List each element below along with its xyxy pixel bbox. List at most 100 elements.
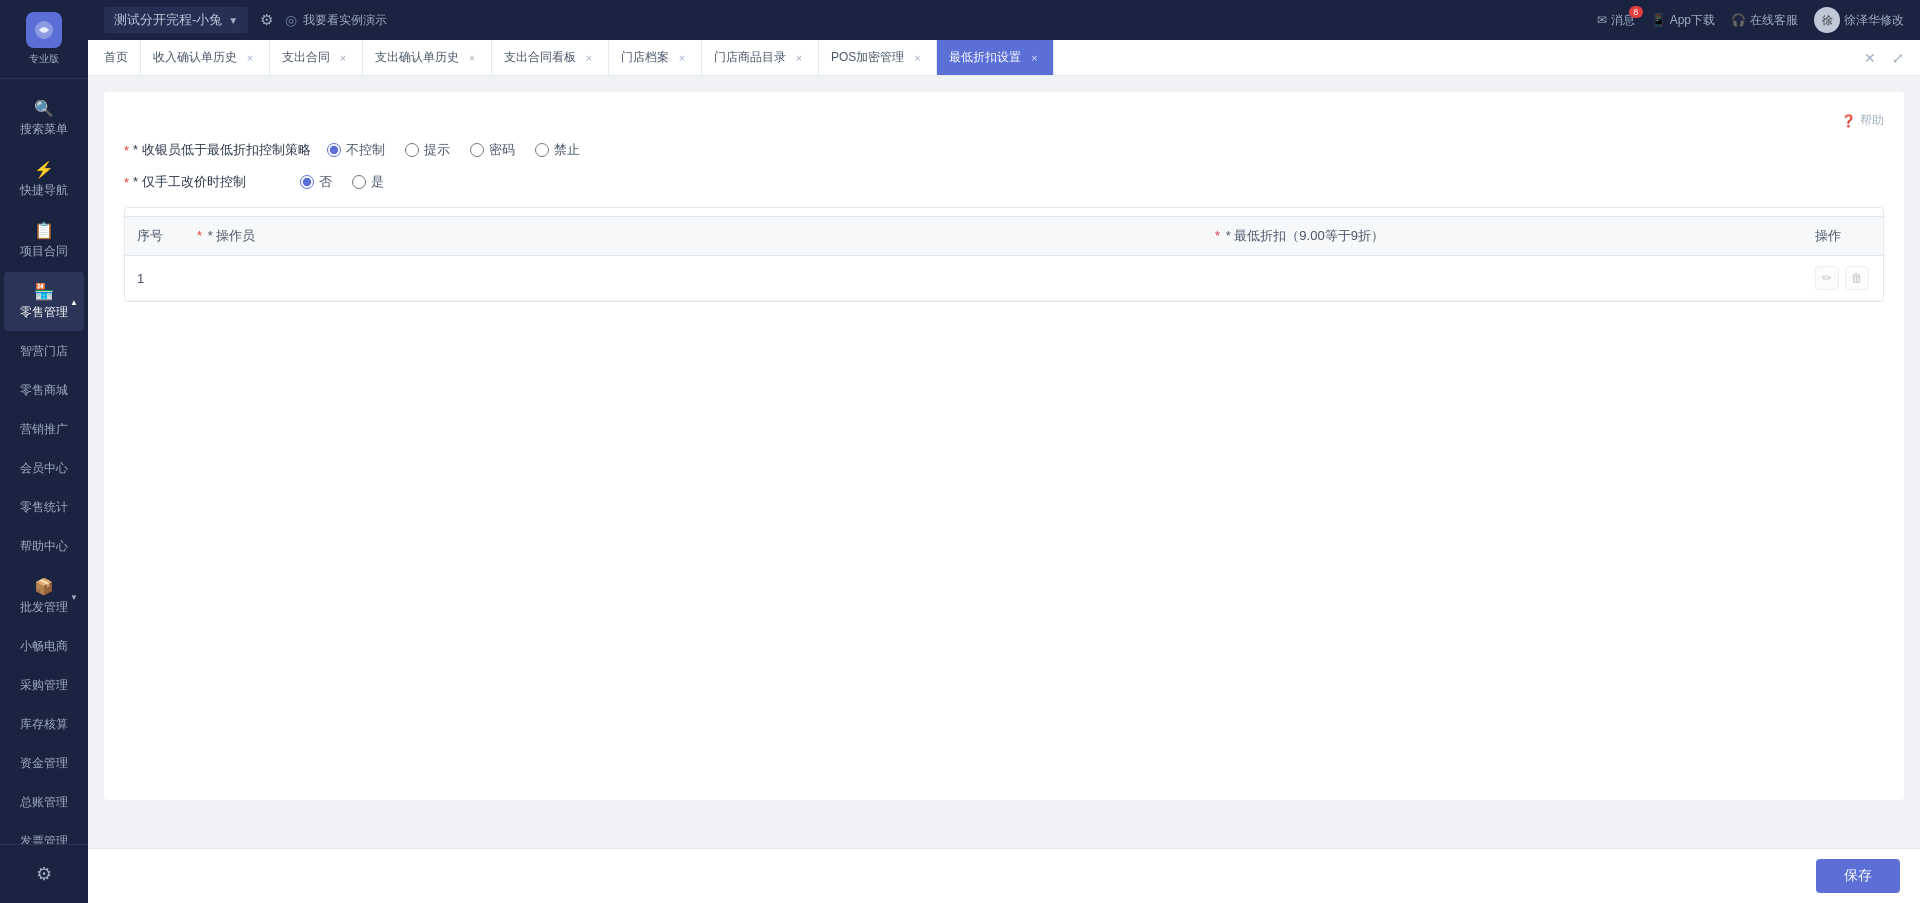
sidebar-item-label: 快捷导航 xyxy=(20,182,68,199)
sidebar-item-quick-nav[interactable]: ⚡ 快捷导航 xyxy=(4,150,84,209)
tab-payment-board[interactable]: 支出合同看板 × xyxy=(492,40,609,76)
manual-control-radio-group: 否 是 xyxy=(300,173,384,191)
tab-min-discount-setting-close[interactable]: × xyxy=(1027,51,1041,65)
tab-payment-contract[interactable]: 支出合同 × xyxy=(270,40,363,76)
tab-income-history[interactable]: 收入确认单历史 × xyxy=(141,40,270,76)
tab-pos-security-close[interactable]: × xyxy=(910,51,924,65)
retail-management-icon: 🏪 xyxy=(34,282,54,301)
sidebar-logo: 专业版 xyxy=(0,0,88,79)
quick-nav-icon: ⚡ xyxy=(34,160,54,179)
tab-store-file-close[interactable]: × xyxy=(675,51,689,65)
search-menu-icon: 🔍 xyxy=(34,99,54,118)
sidebar-item-retail-management[interactable]: 🏪 零售管理 xyxy=(4,272,84,331)
sidebar-item-search-menu[interactable]: 🔍 搜索菜单 xyxy=(4,89,84,148)
avatar: 徐 xyxy=(1814,7,1840,33)
radio-prompt[interactable]: 提示 xyxy=(405,141,450,159)
tab-home-label: 首页 xyxy=(104,49,128,66)
tab-min-discount-setting[interactable]: 最低折扣设置 × xyxy=(937,40,1054,76)
sidebar-item-label: 零售商城 xyxy=(20,382,68,399)
tabs-close-button[interactable]: ✕ xyxy=(1860,46,1880,70)
action-buttons: ✏ 🗑 xyxy=(1815,266,1871,290)
sidebar-item-invoice-management[interactable]: 发票管理 xyxy=(4,823,84,844)
tab-income-history-close[interactable]: × xyxy=(243,51,257,65)
sidebar-item-label: 资金管理 xyxy=(20,755,68,772)
sidebar-item-retail-stats[interactable]: 零售统计 xyxy=(4,489,84,526)
sidebar-item-label: 营销推广 xyxy=(20,421,68,438)
sidebar-item-member-center[interactable]: 会员中心 xyxy=(4,450,84,487)
sidebar-item-ecommerce[interactable]: 小畅电商 xyxy=(4,628,84,665)
demo-icon: ◎ xyxy=(285,12,297,28)
tabs-expand-button[interactable]: ⤢ xyxy=(1888,46,1908,70)
cell-min-discount xyxy=(1203,256,1803,301)
discount-table: 序号 * * 操作员 * * 最低折扣（9.00等于9折） 操作 xyxy=(125,216,1883,301)
app-download-label: App下载 xyxy=(1670,12,1715,29)
cashier-control-label: * * 收银员低于最低折扣控制策略 xyxy=(124,141,311,159)
sidebar-item-label: 库存核算 xyxy=(20,716,68,733)
sidebar-item-inventory[interactable]: 库存核算 xyxy=(4,706,84,743)
tab-store-product-catalog-label: 门店商品目录 xyxy=(714,49,786,66)
user-profile-button[interactable]: 徐 徐泽华修改 xyxy=(1814,7,1904,33)
tab-home[interactable]: 首页 xyxy=(92,40,141,76)
content-card: ❓ 帮助 * * 收银员低于最低折扣控制策略 不控制 xyxy=(104,92,1904,800)
sidebar-menu: 🔍 搜索菜单 ⚡ 快捷导航 📋 项目合同 🏪 零售管理 智营门店 零售商城 营销… xyxy=(0,79,88,844)
user-name: 徐泽华修改 xyxy=(1844,12,1904,29)
topbar-demo-button[interactable]: ◎ 我要看实例演示 xyxy=(285,12,387,29)
cell-action: ✏ 🗑 xyxy=(1803,256,1883,301)
tab-payment-board-label: 支出合同看板 xyxy=(504,49,576,66)
tab-store-file[interactable]: 门店档案 × xyxy=(609,40,702,76)
tab-payment-board-close[interactable]: × xyxy=(582,51,596,65)
footer-bar: 保存 xyxy=(88,848,1920,903)
tab-payment-contract-close[interactable]: × xyxy=(336,51,350,65)
sidebar-item-label: 智营门店 xyxy=(20,343,68,360)
tab-payment-confirm-history-close[interactable]: × xyxy=(465,51,479,65)
edit-button[interactable]: ✏ xyxy=(1815,266,1839,290)
sidebar-item-label: 搜索菜单 xyxy=(20,121,68,138)
topbar-gear-button[interactable]: ⚙ xyxy=(260,11,273,29)
sidebar-item-project-contract[interactable]: 📋 项目合同 xyxy=(4,211,84,270)
customer-service-button[interactable]: 🎧 在线客服 xyxy=(1731,12,1798,29)
tab-store-file-label: 门店档案 xyxy=(621,49,669,66)
radio-forbid[interactable]: 禁止 xyxy=(535,141,580,159)
logo-icon xyxy=(26,12,62,48)
col-header-action: 操作 xyxy=(1803,217,1883,256)
batch-management-icon: 📦 xyxy=(34,577,54,596)
radio-password[interactable]: 密码 xyxy=(470,141,515,159)
tab-payment-confirm-history[interactable]: 支出确认单历史 × xyxy=(363,40,492,76)
app-download-button[interactable]: 📱 App下载 xyxy=(1651,12,1715,29)
project-dropdown-icon: ▼ xyxy=(228,15,238,26)
sidebar: 专业版 🔍 搜索菜单 ⚡ 快捷导航 📋 项目合同 🏪 零售管理 智营门店 零售商… xyxy=(0,0,88,903)
help-link[interactable]: ❓ 帮助 xyxy=(1841,112,1884,129)
radio-manual-no[interactable]: 否 xyxy=(300,173,332,191)
tab-store-product-catalog[interactable]: 门店商品目录 × xyxy=(702,40,819,76)
sidebar-item-label: 会员中心 xyxy=(20,460,68,477)
sidebar-item-label: 小畅电商 xyxy=(20,638,68,655)
manual-control-label: * * 仅手工改价时控制 xyxy=(124,173,284,191)
sidebar-item-label: 项目合同 xyxy=(20,243,68,260)
table-row: 1 ✏ 🗑 xyxy=(125,256,1883,301)
message-button[interactable]: ✉ 消息 8 xyxy=(1597,12,1635,29)
radio-manual-yes[interactable]: 是 xyxy=(352,173,384,191)
topbar-right: ✉ 消息 8 📱 App下载 🎧 在线客服 徐 徐泽华修改 xyxy=(1597,7,1904,33)
tab-store-product-catalog-close[interactable]: × xyxy=(792,51,806,65)
sidebar-item-batch-management[interactable]: 📦 批发管理 xyxy=(4,567,84,626)
help-label: 帮助 xyxy=(1860,112,1884,129)
topbar-project-selector[interactable]: 测试分开完程-小兔 ▼ xyxy=(104,7,248,33)
message-badge: 8 xyxy=(1629,6,1643,18)
delete-button[interactable]: 🗑 xyxy=(1845,266,1869,290)
tab-pos-security[interactable]: POS加密管理 × xyxy=(819,40,937,76)
save-button[interactable]: 保存 xyxy=(1816,859,1900,893)
sidebar-settings-button[interactable]: ⚙ xyxy=(28,855,60,893)
sidebar-item-marketing[interactable]: 营销推广 xyxy=(4,411,84,448)
sidebar-item-general-ledger[interactable]: 总账管理 xyxy=(4,784,84,821)
sidebar-item-purchase-management[interactable]: 采购管理 xyxy=(4,667,84,704)
manual-control-row: * * 仅手工改价时控制 否 是 xyxy=(124,173,1884,191)
radio-no-control[interactable]: 不控制 xyxy=(327,141,385,159)
customer-service-label: 在线客服 xyxy=(1750,12,1798,29)
sidebar-item-label: 零售管理 xyxy=(20,304,68,321)
sidebar-item-help-center[interactable]: 帮助中心 xyxy=(4,528,84,565)
sidebar-item-retail-mall[interactable]: 零售商城 xyxy=(4,372,84,409)
sidebar-item-smart-store[interactable]: 智营门店 xyxy=(4,333,84,370)
sidebar-item-label: 采购管理 xyxy=(20,677,68,694)
sidebar-item-capital-management[interactable]: 资金管理 xyxy=(4,745,84,782)
help-icon: ❓ xyxy=(1841,114,1856,128)
